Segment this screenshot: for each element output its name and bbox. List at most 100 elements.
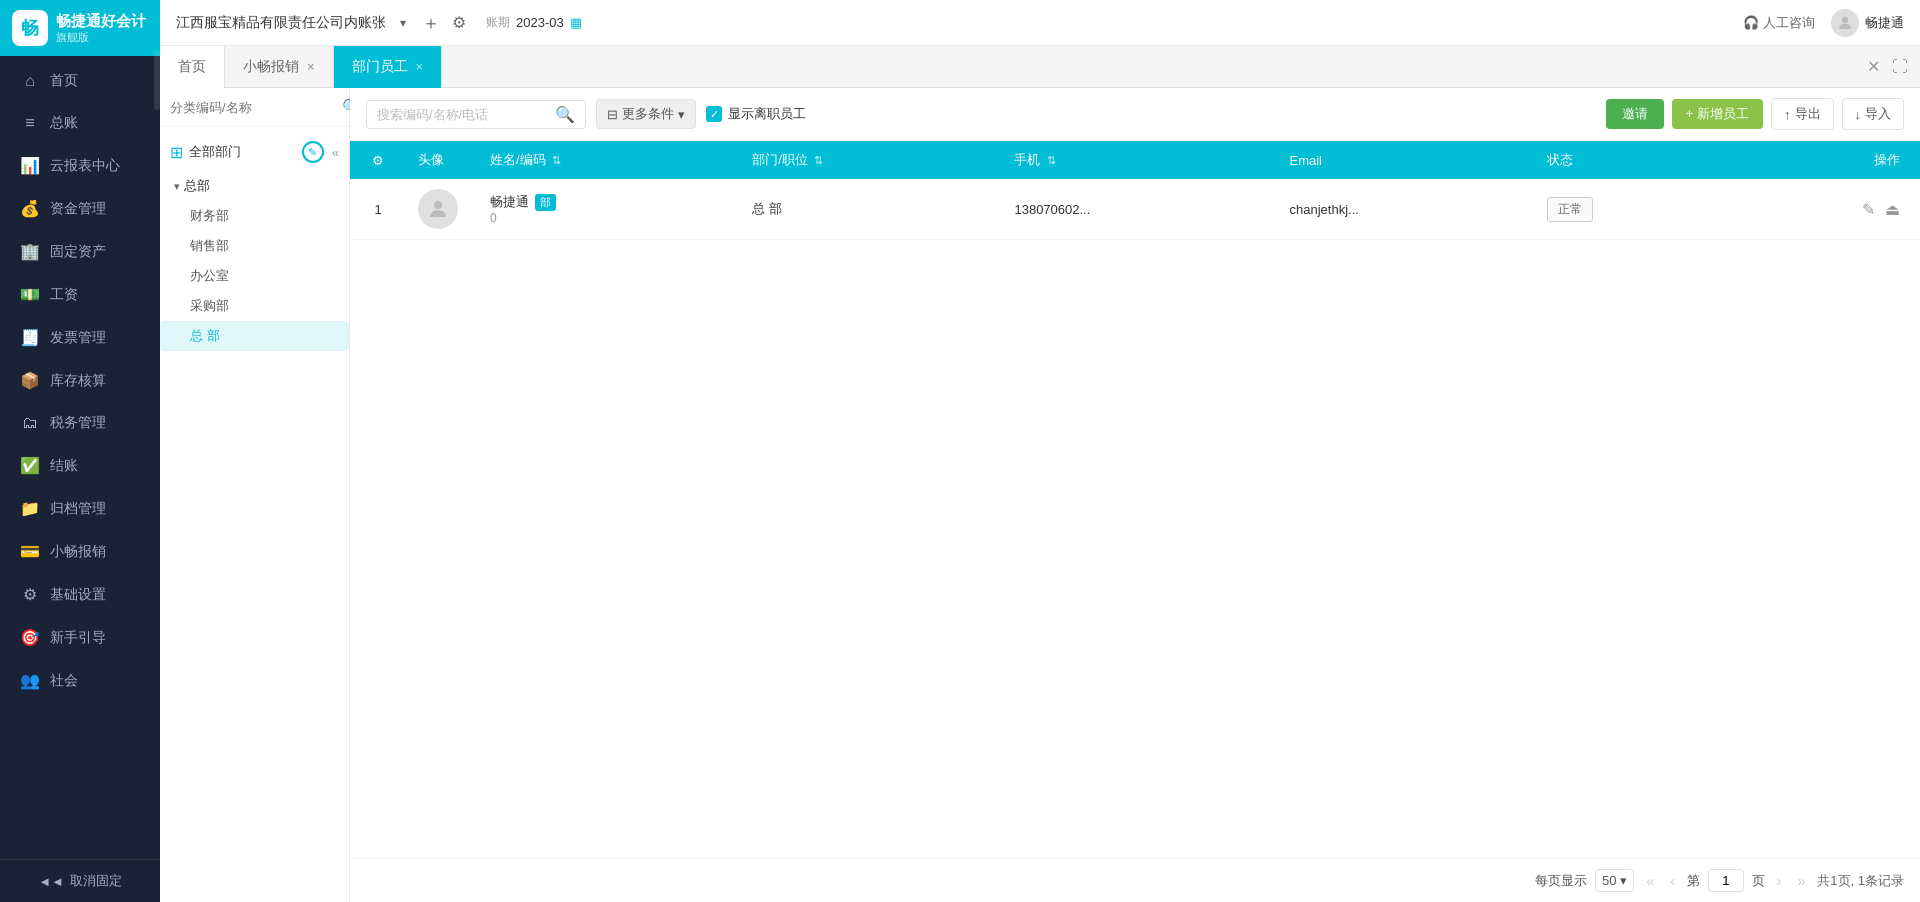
sidebar-item-social[interactable]: 👥 社会: [0, 659, 160, 702]
company-name[interactable]: 江西服宝精品有限责任公司内账张: [176, 14, 386, 32]
settings-icon: ⚙: [20, 585, 40, 604]
dept-child-finance[interactable]: 财务部: [160, 201, 349, 231]
close-window-button[interactable]: ✕: [1863, 53, 1884, 80]
header-right: 🎧 人工咨询 畅捷通: [1743, 9, 1904, 37]
svg-point-0: [1842, 17, 1848, 23]
guide-icon: 🎯: [20, 628, 40, 647]
page-size-dropdown-icon: ▾: [1620, 873, 1627, 888]
sidebar-item-guide[interactable]: 🎯 新手引导: [0, 616, 160, 659]
settings-col-icon: ⚙: [372, 153, 384, 168]
dept-child-sales[interactable]: 销售部: [160, 231, 349, 261]
tab-close-dept[interactable]: ×: [416, 59, 424, 74]
add-employee-button[interactable]: + 新增员工: [1672, 99, 1763, 129]
next-page-button[interactable]: ›: [1773, 871, 1786, 891]
show-resigned-checkbox[interactable]: [706, 106, 722, 122]
import-button[interactable]: ↓ 导入: [1842, 98, 1905, 130]
last-page-button[interactable]: »: [1794, 871, 1810, 891]
import-icon: ↓: [1855, 107, 1862, 122]
tab-expense[interactable]: 小畅报销 ×: [225, 46, 334, 88]
sidebar-item-invoice[interactable]: 🧾 发票管理: [0, 316, 160, 359]
delete-employee-button[interactable]: ⏏: [1885, 200, 1900, 219]
sidebar-item-close[interactable]: ✅ 结账: [0, 444, 160, 487]
employee-table-area: ⚙ 头像 姓名/编码 ⇅ 部门/职位 ⇅: [350, 141, 1920, 858]
dept-search-input[interactable]: [170, 100, 338, 115]
sidebar-item-assets[interactable]: 🏢 固定资产: [0, 230, 160, 273]
dept-child-purchase[interactable]: 采购部: [160, 291, 349, 321]
toolbar: 🔍 ⊟ 更多条件 ▾ 显示离职员工 邀请 + 新增员工: [350, 88, 1920, 141]
sidebar-item-home[interactable]: ⌂ 首页: [0, 60, 160, 102]
sidebar-item-tax[interactable]: 🗂 税务管理: [0, 402, 160, 444]
inventory-icon: 📦: [20, 371, 40, 390]
first-page-button[interactable]: «: [1642, 871, 1658, 891]
sidebar-item-settings[interactable]: ⚙ 基础设置: [0, 573, 160, 616]
filter-button[interactable]: ⊟ 更多条件 ▾: [596, 99, 696, 129]
dept-parent-hq[interactable]: ▾ 总部: [160, 171, 349, 201]
company-dropdown-icon[interactable]: ▾: [400, 16, 406, 30]
row-name-cell: 畅捷通 部 0: [478, 179, 740, 240]
sidebar-item-expense[interactable]: 💳 小畅报销: [0, 530, 160, 573]
col-phone[interactable]: 手机 ⇅: [1002, 141, 1277, 179]
expense-icon: 💳: [20, 542, 40, 561]
employee-table: ⚙ 头像 姓名/编码 ⇅ 部门/职位 ⇅: [350, 141, 1920, 240]
sidebar-item-ledger[interactable]: ≡ 总账: [0, 102, 160, 144]
all-departments[interactable]: ⊞ 全部部门 ✎ «: [160, 133, 349, 171]
page-total: 共1页, 1条记录: [1817, 872, 1904, 890]
expand-window-button[interactable]: ⛶: [1888, 54, 1912, 80]
close-books-icon: ✅: [20, 456, 40, 475]
dept-child-office[interactable]: 办公室: [160, 261, 349, 291]
tab-home[interactable]: 首页: [160, 46, 225, 88]
col-action: 操作: [1727, 141, 1920, 179]
page-size-select[interactable]: 50 ▾: [1595, 869, 1634, 892]
page-number-input[interactable]: [1708, 869, 1744, 892]
col-dept[interactable]: 部门/职位 ⇅: [740, 141, 1002, 179]
search-icon[interactable]: 🔍: [555, 105, 575, 124]
dept-group-hq: ▾ 总部 财务部 销售部 办公室 采购部: [160, 171, 349, 351]
row-status-cell: 正常: [1535, 179, 1728, 240]
sidebar-item-funds[interactable]: 💰 资金管理: [0, 187, 160, 230]
window-controls: ✕ ⛶: [1863, 53, 1920, 80]
pin-icon: ◄◄: [38, 874, 64, 889]
svg-point-1: [434, 201, 442, 209]
grid-icon: ⊞: [170, 143, 183, 162]
export-button[interactable]: ↑ 导出: [1771, 98, 1834, 130]
sidebar-unpin-button[interactable]: ◄◄ 取消固定: [0, 859, 160, 902]
reports-icon: 📊: [20, 156, 40, 175]
top-header: 江西服宝精品有限责任公司内账张 ▾ ＋ ⚙ 账期 2023-03 ▦ 🎧 人工咨…: [160, 0, 1920, 46]
col-settings[interactable]: ⚙: [350, 141, 406, 179]
dept-child-hq[interactable]: 总 部: [160, 321, 349, 351]
table-row: 1 畅捷通 部: [350, 179, 1920, 240]
row-dept-cell: 总 部: [740, 179, 1002, 240]
status-badge: 正常: [1547, 197, 1593, 222]
header-settings-icon[interactable]: ⚙: [452, 13, 466, 32]
user-menu[interactable]: 畅捷通: [1831, 9, 1904, 37]
dept-collapse-button[interactable]: «: [332, 145, 339, 160]
dept-edit-button[interactable]: ✎: [302, 141, 324, 163]
sidebar-item-inventory[interactable]: 📦 库存核算: [0, 359, 160, 402]
row-avatar-cell: [406, 179, 478, 240]
dept-tree: ⊞ 全部部门 ✎ « ▾ 总部 财务部 销售部: [160, 127, 349, 902]
salary-icon: 💵: [20, 285, 40, 304]
col-status: 状态: [1535, 141, 1728, 179]
calendar-icon[interactable]: ▦: [570, 15, 582, 30]
sidebar-item-archive[interactable]: 📁 归档管理: [0, 487, 160, 530]
content-wrapper: 🔍 ⊞ 全部部门 ✎ « ▾ 总部 财务部: [160, 88, 1920, 902]
invite-button[interactable]: 邀请: [1606, 99, 1664, 129]
tab-close-expense[interactable]: ×: [307, 59, 315, 74]
user-avatar: [1831, 9, 1859, 37]
sidebar-item-salary[interactable]: 💵 工资: [0, 273, 160, 316]
edit-employee-button[interactable]: ✎: [1862, 200, 1875, 219]
sidebar-logo[interactable]: 畅 畅捷通好会计 旗舰版: [0, 0, 160, 56]
add-company-button[interactable]: ＋: [422, 11, 440, 35]
prev-page-button[interactable]: ‹: [1666, 871, 1679, 891]
name-sort-icon: ⇅: [552, 154, 561, 166]
invoice-icon: 🧾: [20, 328, 40, 347]
tax-icon: 🗂: [20, 414, 40, 432]
col-avatar: 头像: [406, 141, 478, 179]
col-name[interactable]: 姓名/编码 ⇅: [478, 141, 740, 179]
tab-dept-employee[interactable]: 部门员工 ×: [334, 46, 443, 88]
employee-search-input[interactable]: [377, 107, 549, 122]
tabs-bar: 首页 小畅报销 × 部门员工 × ✕ ⛶: [160, 46, 1920, 88]
sidebar-item-reports[interactable]: 📊 云报表中心: [0, 144, 160, 187]
support-button[interactable]: 🎧 人工咨询: [1743, 14, 1815, 32]
assets-icon: 🏢: [20, 242, 40, 261]
